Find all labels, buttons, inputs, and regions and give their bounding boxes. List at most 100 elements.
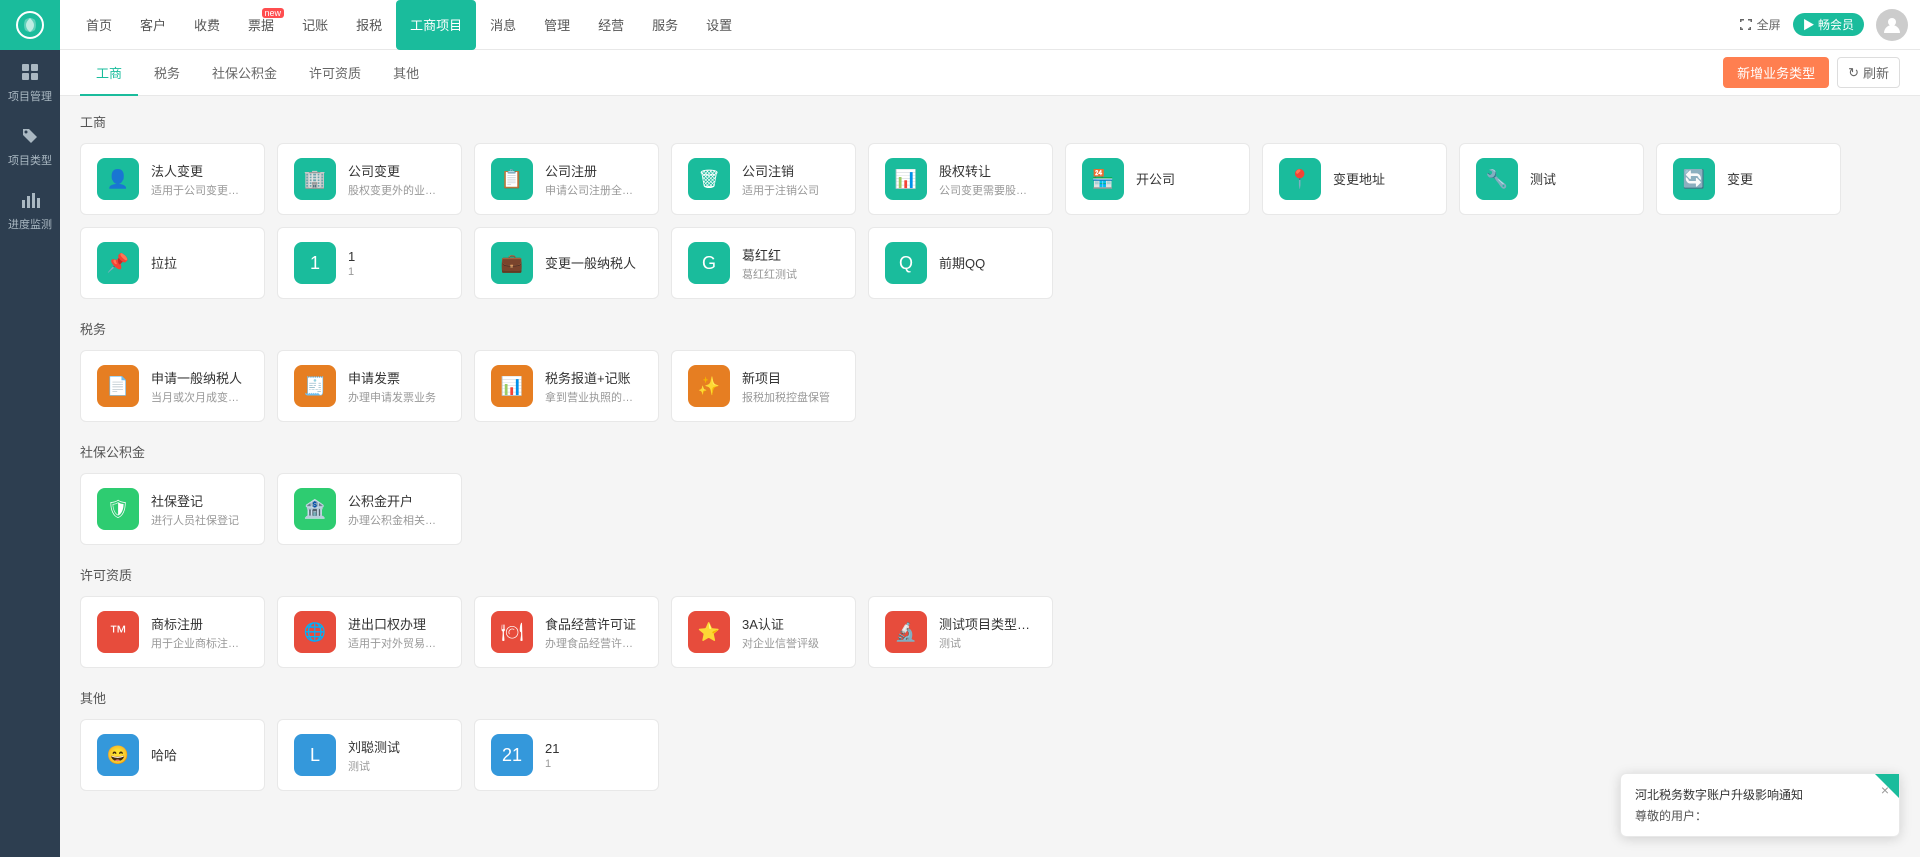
vip-button[interactable]: ▶ 畅会员 bbox=[1793, 13, 1864, 36]
card-name-company-change: 公司变更 bbox=[348, 161, 445, 180]
subtab-xuke[interactable]: 许可资质 bbox=[293, 50, 377, 96]
card-name-twenty-one: 21 bbox=[545, 741, 642, 756]
refresh-button[interactable]: ↻ 刷新 bbox=[1837, 57, 1900, 88]
nav-management[interactable]: 管理 bbox=[530, 0, 584, 50]
shuiwu-section: 税务 📄 申请一般纳税人 当月或次月成变更完成 🧾 申请发票 办理申请 bbox=[80, 319, 1900, 422]
card-name-haha: 哈哈 bbox=[151, 745, 248, 764]
subtab-shuiwu[interactable]: 税务 bbox=[138, 50, 196, 96]
sidebar-item-project-type[interactable]: 项目类型 bbox=[0, 114, 60, 178]
card-name-equity-transfer: 股权转让 bbox=[939, 161, 1036, 180]
card-company-cancel[interactable]: 🗑 公司注销 适用于注销公司 bbox=[671, 143, 856, 215]
subtabs-right: 新增业务类型 ↻ 刷新 bbox=[1723, 57, 1900, 88]
card-qianqiQQ[interactable]: Q 前期QQ bbox=[868, 227, 1053, 299]
card-twenty-one[interactable]: 21 21 1 bbox=[474, 719, 659, 791]
avatar-icon bbox=[1882, 15, 1902, 35]
card-icon-one: 1 bbox=[294, 242, 336, 284]
nav-tax[interactable]: 报税 bbox=[342, 0, 396, 50]
card-name-social-reg: 社保登记 bbox=[151, 491, 248, 510]
card-change-taxpayer[interactable]: 💼 变更一般纳税人 bbox=[474, 227, 659, 299]
card-food-license[interactable]: 🍽 食品经营许可证 办理食品经营许可证 bbox=[474, 596, 659, 668]
subtab-other[interactable]: 其他 bbox=[377, 50, 435, 96]
card-equity-transfer[interactable]: 📊 股权转让 公司变更需要股权转让 bbox=[868, 143, 1053, 215]
card-icon-qianqiQQ: Q bbox=[885, 242, 927, 284]
subtab-shebao[interactable]: 社保公积金 bbox=[196, 50, 293, 96]
fullscreen-icon bbox=[1739, 18, 1753, 32]
card-name-new-project: 新项目 bbox=[742, 368, 839, 387]
sidebar-item-progress-monitor[interactable]: 进度监测 bbox=[0, 178, 60, 242]
card-desc-company-cancel: 适用于注销公司 bbox=[742, 182, 839, 198]
card-apply-taxpayer[interactable]: 📄 申请一般纳税人 当月或次月成变更完成 bbox=[80, 350, 265, 422]
card-company-change[interactable]: 🏢 公司变更 股权变更外的业务变更 bbox=[277, 143, 462, 215]
card-new-project[interactable]: ✨ 新项目 报税加税控盘保管 bbox=[671, 350, 856, 422]
avatar[interactable] bbox=[1876, 9, 1908, 41]
card-open-company[interactable]: 🏪 开公司 bbox=[1065, 143, 1250, 215]
card-3a-cert[interactable]: ⭐ 3A认证 对企业信誉评级 bbox=[671, 596, 856, 668]
nav-home[interactable]: 首页 bbox=[72, 0, 126, 50]
card-social-reg[interactable]: 🛡 社保登记 进行人员社保登记 bbox=[80, 473, 265, 545]
card-desc-company-change: 股权变更外的业务变更 bbox=[348, 182, 445, 198]
card-name-test-type: 测试项目类型目定义 bbox=[939, 614, 1036, 633]
xuke-title: 许可资质 bbox=[80, 565, 1900, 584]
card-test-type[interactable]: 🔬 测试项目类型目定义 测试 bbox=[868, 596, 1053, 668]
card-company-reg[interactable]: 📋 公司注册 申请公司注册全流程 bbox=[474, 143, 659, 215]
card-icon-social-reg: 🛡 bbox=[97, 488, 139, 530]
card-desc-test-type: 测试 bbox=[939, 635, 1036, 651]
nav-biz[interactable]: 工商项目 bbox=[396, 0, 476, 50]
card-lala[interactable]: 📌 拉拉 bbox=[80, 227, 265, 299]
card-desc-import-export: 适用于对外贸易经营者 bbox=[348, 635, 445, 651]
notification-content: 尊敬的用户： bbox=[1635, 807, 1885, 824]
new-type-button[interactable]: 新增业务类型 bbox=[1723, 57, 1829, 88]
card-icon-change2: 🔄 bbox=[1673, 158, 1715, 200]
card-tax-report-accounting[interactable]: 📊 税务报道+记账 拿到营业执照的新公司 bbox=[474, 350, 659, 422]
nav-settings[interactable]: 设置 bbox=[692, 0, 746, 50]
card-liu-test[interactable]: L 刘聪测试 测试 bbox=[277, 719, 462, 791]
notification-title: 河北税务数字账户升级影响通知 bbox=[1635, 786, 1885, 803]
card-icon-trademark: ™ bbox=[97, 611, 139, 653]
card-desc-apply-taxpayer: 当月或次月成变更完成 bbox=[151, 389, 248, 405]
topnav: 首页 客户 收费 票据 new 记账 报税 工商项目 消息 管理 经营 bbox=[60, 0, 1920, 50]
card-provident-fund[interactable]: 🏦 公积金开户 办理公积金相关业务 bbox=[277, 473, 462, 545]
card-legal-change[interactable]: 👤 法人变更 适用于公司变更法人 bbox=[80, 143, 265, 215]
card-test[interactable]: 🔧 测试 bbox=[1459, 143, 1644, 215]
subtab-gongshang[interactable]: 工商 bbox=[80, 50, 138, 96]
nav-invoice[interactable]: 票据 new bbox=[234, 0, 288, 50]
fullscreen-label: 全屏 bbox=[1757, 16, 1781, 33]
card-apply-invoice[interactable]: 🧾 申请发票 办理申请发票业务 bbox=[277, 350, 462, 422]
nav-service[interactable]: 服务 bbox=[638, 0, 692, 50]
card-name-apply-taxpayer: 申请一般纳税人 bbox=[151, 368, 248, 387]
subtabs-bar: 工商 税务 社保公积金 许可资质 其他 新增业务类型 ↻ 刷新 bbox=[60, 50, 1920, 96]
card-icon-3a-cert: ⭐ bbox=[688, 611, 730, 653]
card-haha[interactable]: 😄 哈哈 bbox=[80, 719, 265, 791]
card-import-export[interactable]: 🌐 进出口权办理 适用于对外贸易经营者 bbox=[277, 596, 462, 668]
nav-message[interactable]: 消息 bbox=[476, 0, 530, 50]
card-name-gehonghong: 葛红红 bbox=[742, 245, 839, 264]
nav-operations[interactable]: 经营 bbox=[584, 0, 638, 50]
notification-close-button[interactable]: × bbox=[1881, 782, 1889, 798]
nav-accounting[interactable]: 记账 bbox=[288, 0, 342, 50]
notification-popup: × 河北税务数字账户升级影响通知 尊敬的用户： bbox=[1620, 773, 1900, 837]
sidebar-logo[interactable] bbox=[0, 0, 60, 50]
card-one[interactable]: 1 1 1 bbox=[277, 227, 462, 299]
card-change2[interactable]: 🔄 变更 bbox=[1656, 143, 1841, 215]
card-name-company-cancel: 公司注销 bbox=[742, 161, 839, 180]
nav-customer[interactable]: 客户 bbox=[126, 0, 180, 50]
card-trademark[interactable]: ™ 商标注册 用于企业商标注册服务 bbox=[80, 596, 265, 668]
card-icon-new-project: ✨ bbox=[688, 365, 730, 407]
card-gehonghong[interactable]: G 葛红红 葛红红测试 bbox=[671, 227, 856, 299]
sidebar-item-project-mgmt[interactable]: 项目管理 bbox=[0, 50, 60, 114]
card-icon-company-reg: 📋 bbox=[491, 158, 533, 200]
page-content: 工商 税务 社保公积金 许可资质 其他 新增业务类型 ↻ 刷新 bbox=[60, 50, 1920, 857]
card-change-address[interactable]: 📍 变更地址 bbox=[1262, 143, 1447, 215]
card-icon-company-cancel: 🗑 bbox=[688, 158, 730, 200]
shebao-title: 社保公积金 bbox=[80, 442, 1900, 461]
tag-icon bbox=[18, 124, 42, 148]
nav-billing[interactable]: 收费 bbox=[180, 0, 234, 50]
fullscreen-btn[interactable]: 全屏 bbox=[1739, 16, 1781, 33]
grid-icon bbox=[18, 60, 42, 84]
card-icon-twenty-one: 21 bbox=[491, 734, 533, 776]
card-desc-twenty-one: 1 bbox=[545, 758, 642, 770]
card-desc-apply-invoice: 办理申请发票业务 bbox=[348, 389, 445, 405]
card-icon-test-type: 🔬 bbox=[885, 611, 927, 653]
shuiwu-title: 税务 bbox=[80, 319, 1900, 338]
card-desc-tax-report-accounting: 拿到营业执照的新公司 bbox=[545, 389, 642, 405]
